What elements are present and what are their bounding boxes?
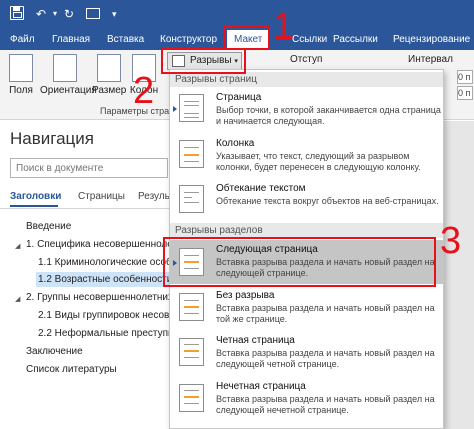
menu-item-title: Страница [216,92,262,103]
size-button[interactable]: Размер [92,54,126,96]
margins-icon [9,54,33,82]
tab-results[interactable]: Резуль [138,191,170,202]
navigation-title: Навигация [10,129,94,148]
text-wrapping-icon [179,185,204,213]
orientation-icon [53,54,77,82]
chevron-down-icon[interactable]: ◢ [15,242,20,250]
continuous-icon [179,293,204,321]
odd-page-icon [179,384,204,412]
tab-insert[interactable]: Вставка [107,32,144,48]
menu-item-title: Четная страница [216,335,295,346]
menu-item-odd-page[interactable]: Нечетная страница Вставка разрыва раздел… [170,376,443,422]
tree-item-selected[interactable]: 1.2 Возрастные особенности п [36,272,181,287]
chevron-down-icon[interactable]: ▾ [112,6,117,22]
tree-item[interactable]: 2.1 Виды группировок несовер [38,308,180,323]
orientation-label: Ориентация [40,85,97,96]
orientation-button[interactable]: Ориентация [40,54,97,96]
tree-item[interactable]: 2. Группы несовершеннолетних [26,290,173,305]
section-breaks-header: Разрывы разделов [170,223,443,238]
redo-icon[interactable]: ↻ [64,6,74,22]
menu-item-desc: Выбор точки, в которой заканчивается одн… [216,105,441,126]
tree-item[interactable]: 2.2 Неформальные преступны [38,326,181,341]
annotation-step-2: 2 [133,70,155,112]
spacing-label: Интервал [408,54,453,65]
tree-item[interactable]: Заключение [26,344,83,359]
undo-dropdown-icon[interactable]: ▾ [53,6,57,22]
menu-item-even-page[interactable]: Четная страница Вставка разрыва раздела … [170,330,443,374]
tab-home[interactable]: Главная [52,32,90,48]
divider [0,208,170,209]
tree-item[interactable]: 1. Специфика несовершеннолет [26,237,177,252]
arrow-icon [173,106,177,112]
spacing-after-stepper[interactable]: 0 п [457,86,473,100]
annotation-step-1: 1 [273,6,295,48]
menu-item-desc: Вставка разрыва раздела и начать новый р… [216,394,435,415]
tab-design[interactable]: Конструктор [160,32,217,48]
tree-item[interactable]: 1.1 Криминологические особе [38,255,177,270]
menu-item-desc: Вставка разрыва раздела и начать новый р… [216,303,435,324]
active-tab-indicator [10,205,58,207]
tree-item[interactable]: Список литературы [26,362,117,377]
tab-review[interactable]: Рецензирование [393,32,470,48]
menu-item-title: Обтекание текстом [216,183,306,194]
save-icon[interactable] [10,6,24,20]
size-label: Размер [92,85,127,96]
tab-headings[interactable]: Заголовки [10,191,61,202]
menu-item-title: Колонка [216,138,255,149]
column-break-icon [179,140,204,168]
menu-item-page-break[interactable]: Страница Выбор точки, в которой заканчив… [170,88,443,130]
spacing-before-stepper[interactable]: 0 п [457,70,473,84]
margins-button[interactable]: Поля [6,54,36,96]
size-icon [97,54,121,82]
menu-item-desc: Вставка разрыва раздела и начать новый р… [216,348,435,369]
annotation-box-next-page [163,237,436,287]
folder-icon[interactable] [86,8,100,19]
menu-item-continuous[interactable]: Без разрыва Вставка разрыва раздела и на… [170,286,443,328]
tab-file[interactable]: Файл [10,32,35,48]
menu-item-desc: Обтекание текста вокруг объектов на веб-… [216,196,439,206]
menu-item-title: Без разрыва [216,290,275,301]
tab-pages[interactable]: Страницы [78,191,125,202]
undo-icon[interactable]: ↶ [36,6,46,22]
chevron-down-icon[interactable]: ◢ [15,295,20,303]
menu-item-desc: Указывает, что текст, следующий за разры… [216,151,421,172]
margins-label: Поля [9,85,33,96]
tab-mailings[interactable]: Рассылки [333,32,378,48]
even-page-icon [179,338,204,366]
document-search-input[interactable] [10,158,168,178]
annotation-step-3: 3 [440,220,462,262]
annotation-box-layout [223,25,270,50]
menu-item-title: Нечетная страница [216,381,306,392]
menu-item-text-wrapping[interactable]: Обтекание текстом Обтекание текста вокру… [170,178,443,220]
indent-label: Отступ [290,54,323,65]
title-bar: ↶ ▾ ↻ ▾ [0,0,474,28]
page-breaks-header: Разрывы страниц [170,72,443,87]
menu-item-column-break[interactable]: Колонка Указывает, что текст, следующий … [170,132,443,176]
tree-item[interactable]: Введение [26,219,71,234]
page-break-icon [179,94,204,122]
navigation-pane: Навигация Заголовки Страницы Резуль Введ… [0,121,181,429]
annotation-box-breaks [161,48,246,74]
tab-references[interactable]: Ссылки [292,32,327,48]
